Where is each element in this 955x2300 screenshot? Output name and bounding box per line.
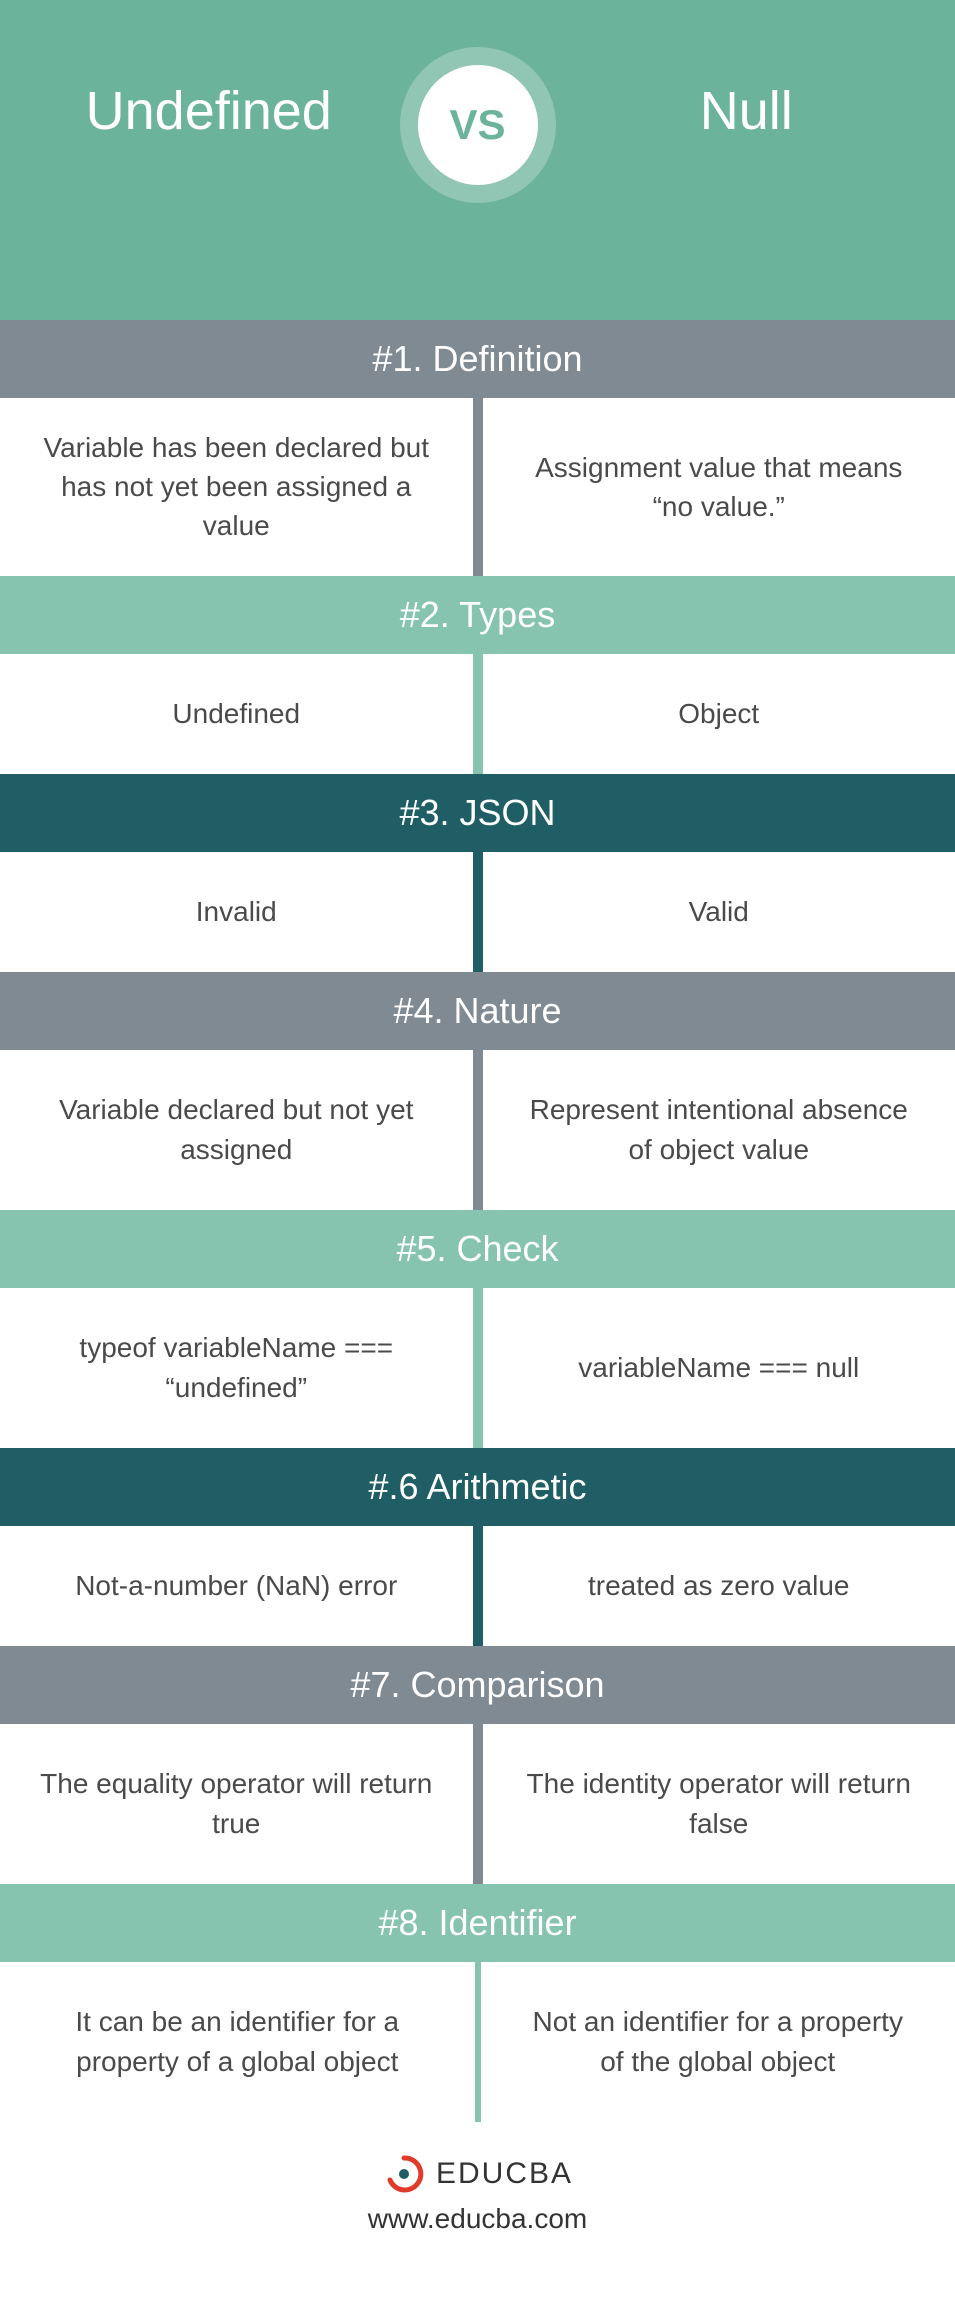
row-check: typeof variableName === “undefined” vari… [0, 1288, 955, 1448]
vs-badge: VS [418, 65, 538, 185]
cell-nature-left: Variable declared but not yet assigned [0, 1050, 473, 1210]
footer: EDUCBA www.educba.com [0, 2122, 955, 2275]
divider [473, 654, 483, 774]
hero-right-title: Null [538, 60, 955, 142]
cell-definition-left: Variable has been declared but has not y… [0, 398, 473, 576]
divider [473, 1050, 483, 1210]
row-identifier: It can be an identifier for a property o… [0, 1962, 955, 2122]
section-header-identifier: #8. Identifier [0, 1884, 955, 1962]
section-header-comparison: #7. Comparison [0, 1646, 955, 1724]
section-header-definition: #1. Definition [0, 320, 955, 398]
divider [473, 398, 483, 576]
divider [473, 1288, 483, 1448]
cell-json-right: Valid [483, 852, 955, 972]
cell-comparison-left: The equality operator will return true [0, 1724, 473, 1884]
cell-json-left: Invalid [0, 852, 473, 972]
row-nature: Variable declared but not yet assigned R… [0, 1050, 955, 1210]
row-types: Undefined Object [0, 654, 955, 774]
section-header-json: #3. JSON [0, 774, 955, 852]
hero-header: Undefined VS Null [0, 0, 955, 320]
divider [473, 1724, 483, 1884]
section-header-nature: #4. Nature [0, 972, 955, 1050]
footer-logo: EDUCBA [382, 2152, 573, 2196]
footer-url: www.educba.com [0, 2203, 955, 2235]
section-header-arithmetic: #.6 Arithmetic [0, 1448, 955, 1526]
row-arithmetic: Not-a-number (NaN) error treated as zero… [0, 1526, 955, 1646]
footer-brand: EDUCBA [436, 2157, 573, 2191]
cell-identifier-left: It can be an identifier for a property o… [0, 1962, 475, 2122]
section-header-types: #2. Types [0, 576, 955, 654]
cell-arithmetic-right: treated as zero value [483, 1526, 955, 1646]
infographic-container: Undefined VS Null #1. Definition Variabl… [0, 0, 955, 2275]
divider [473, 852, 483, 972]
cell-nature-right: Represent intentional absence of object … [483, 1050, 955, 1210]
cell-types-right: Object [483, 654, 955, 774]
row-comparison: The equality operator will return true T… [0, 1724, 955, 1884]
logo-icon [382, 2152, 426, 2196]
cell-comparison-right: The identity operator will return false [483, 1724, 955, 1884]
cell-types-left: Undefined [0, 654, 473, 774]
cell-identifier-right: Not an identifier for a property of the … [481, 1962, 955, 2122]
divider [473, 1526, 483, 1646]
section-header-check: #5. Check [0, 1210, 955, 1288]
cell-check-right: variableName === null [483, 1288, 955, 1448]
cell-arithmetic-left: Not-a-number (NaN) error [0, 1526, 473, 1646]
cell-check-left: typeof variableName === “undefined” [0, 1288, 473, 1448]
row-json: Invalid Valid [0, 852, 955, 972]
hero-left-title: Undefined [0, 60, 418, 142]
cell-definition-right: Assignment value that means “no value.” [483, 398, 955, 576]
row-definition: Variable has been declared but has not y… [0, 398, 955, 576]
